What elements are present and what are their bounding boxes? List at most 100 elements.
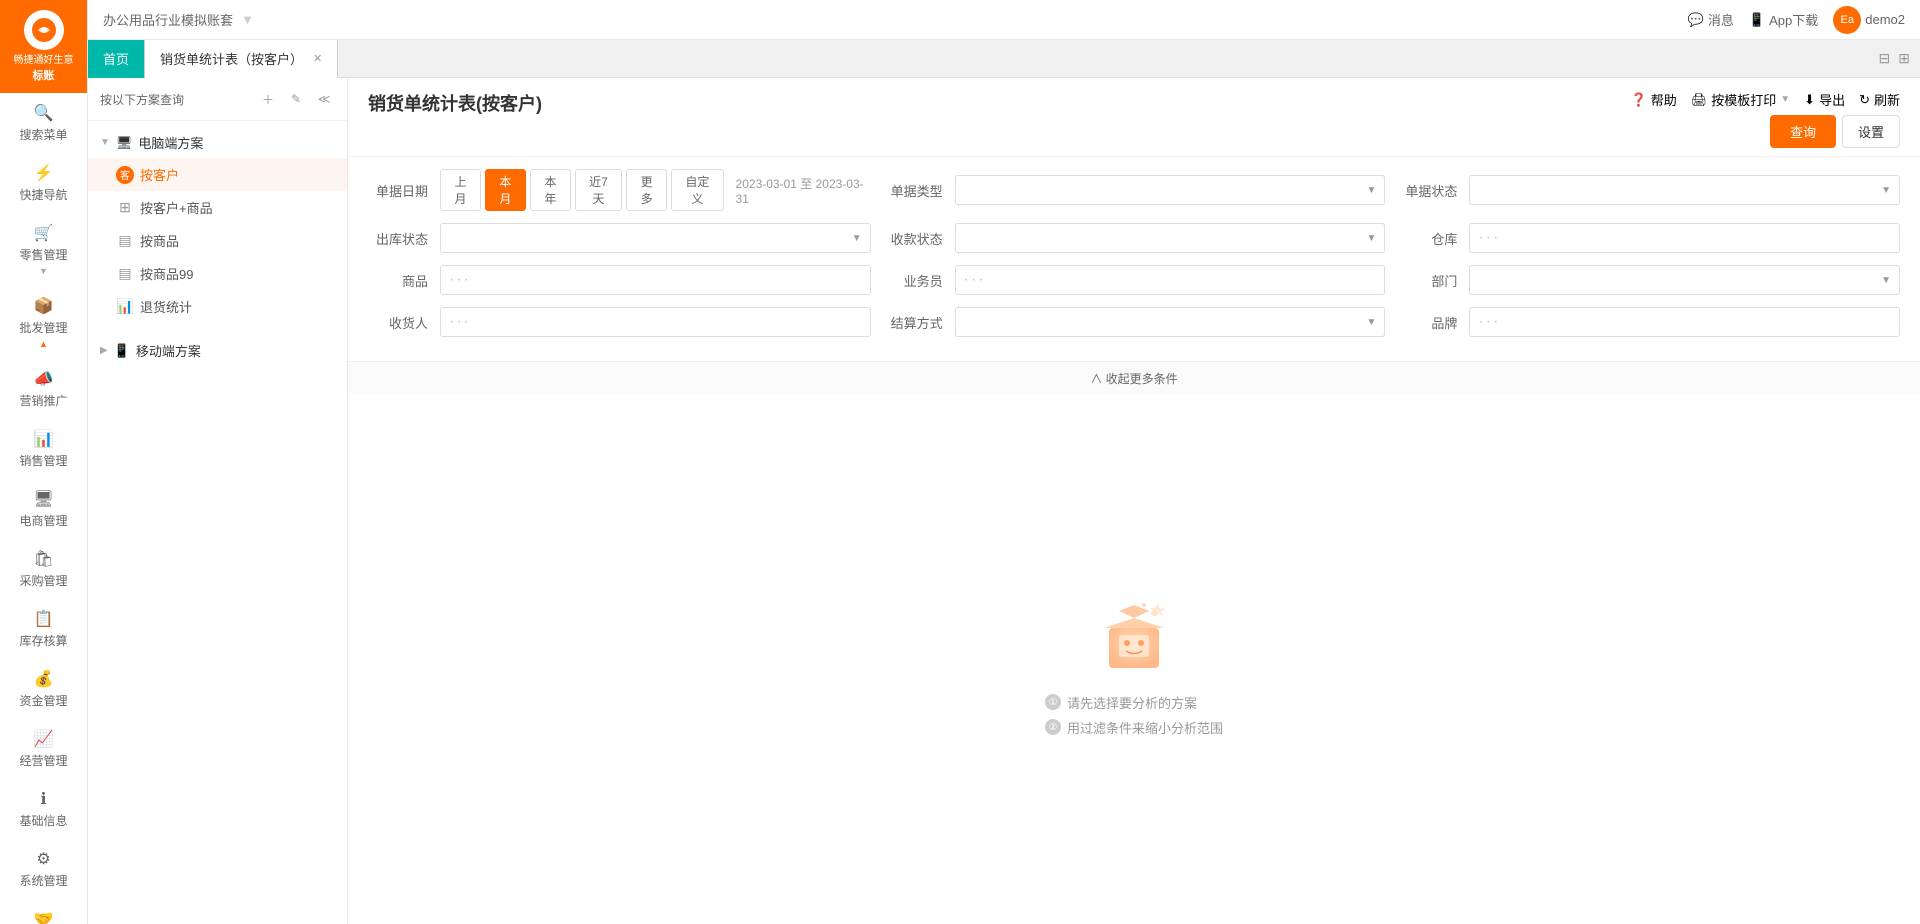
salesperson-select[interactable]: ··· <box>955 265 1386 295</box>
filter-area: 单据日期 上月 本月 本年 近7天 更多 自定义 2023-03-01 至 20… <box>348 157 1920 361</box>
basicinfo-icon: ℹ <box>40 789 46 809</box>
export-button[interactable]: ⬇ 导出 <box>1804 90 1845 109</box>
tree-section-mobile: ▶ 📱 移动端方案 <box>88 329 347 372</box>
date-tab-7days[interactable]: 近7天 <box>575 169 622 211</box>
by-customer-product-label: 按客户+商品 <box>140 198 213 217</box>
retail-icon: 🛒 <box>34 223 54 243</box>
sidebar-item-search[interactable]: 🔍 搜索菜单 <box>0 93 87 153</box>
by-customer-label: 按客户 <box>140 165 179 184</box>
logo-icon <box>24 10 64 50</box>
sidebar-item-marketing-label: 营销推广 <box>19 392 67 409</box>
tree-parent-mobile[interactable]: ▶ 📱 移动端方案 <box>88 335 347 366</box>
sidebar-item-marketing[interactable]: 📣 营销推广 <box>0 359 87 419</box>
print-button[interactable]: 🖨 按模板打印 ▼ <box>1691 90 1790 109</box>
payment-status-arrow: ▼ <box>1366 233 1376 244</box>
sidebar-item-operations[interactable]: 📈 经营管理 <box>0 719 87 779</box>
main-area: 办公用品行业模拟账套 ▼ 💬 消息 📱 App下载 Ea demo2 首页 <box>88 0 1920 924</box>
tab-report[interactable]: 销货单统计表（按客户） ✕ <box>145 40 338 78</box>
empty-tip-2: ② 用过滤条件来缩小分析范围 <box>1045 718 1223 737</box>
sidebar-item-wholesale[interactable]: 📦 批发管理 ▲ <box>0 286 87 359</box>
sidebar-item-quicknav[interactable]: ⚡ 快捷导航 <box>0 153 87 213</box>
page-actions: ❓ 帮助 🖨 按模板打印 ▼ ⬇ 导出 ↻ <box>1631 90 1900 148</box>
brand-control: ··· <box>1469 307 1900 337</box>
department-arrow: ▼ <box>1881 275 1891 286</box>
by-product99-label: 按商品99 <box>140 264 193 283</box>
salesperson-label: 业务员 <box>883 271 943 290</box>
sidebar-item-retail[interactable]: 🛒 零售管理 ▼ <box>0 213 87 286</box>
warehouse-select[interactable]: ··· <box>1469 223 1900 253</box>
collapse-label: 收起更多条件 <box>1106 372 1178 386</box>
left-panel-icons: ＋ ✎ ≪ <box>257 88 335 110</box>
sidebar-item-retail-label: 零售管理 <box>19 246 67 263</box>
sidebar-item-sales[interactable]: 📊 销售管理 <box>0 419 87 479</box>
right-content: 销货单统计表(按客户) ❓ 帮助 🖨 按模板打印 ▼ ⬇ <box>348 78 1920 924</box>
collapse-bar[interactable]: ∧ 收起更多条件 <box>348 361 1920 395</box>
order-status-select[interactable]: ▼ <box>1469 175 1900 205</box>
tab-home[interactable]: 首页 <box>88 40 145 78</box>
tree-item-by-product[interactable]: ▤ 按商品 <box>88 224 347 257</box>
tree-parent-desktop[interactable]: ▼ 🖥 电脑端方案 <box>88 127 347 158</box>
order-type-arrow: ▼ <box>1366 185 1376 196</box>
refresh-label: 刷新 <box>1874 90 1900 109</box>
payment-status-select[interactable]: ▼ <box>955 223 1386 253</box>
sidebar-item-purchase[interactable]: 🛍 采购管理 <box>0 539 87 599</box>
sidebar-item-ecommerce[interactable]: 🖥 电商管理 <box>0 479 87 539</box>
collapse-panel-button[interactable]: ≪ <box>313 88 335 110</box>
quicknav-icon: ⚡ <box>34 163 54 183</box>
minimize-icon[interactable]: ⊟ <box>1879 50 1891 67</box>
help-button[interactable]: ❓ 帮助 <box>1631 90 1677 109</box>
tab-home-label: 首页 <box>103 49 129 68</box>
tab-close-button[interactable]: ✕ <box>313 52 322 65</box>
receiver-select[interactable]: ··· <box>440 307 871 337</box>
add-scheme-button[interactable]: ＋ <box>257 88 279 110</box>
maximize-icon[interactable]: ⊞ <box>1898 50 1910 67</box>
product-select[interactable]: ··· <box>440 265 871 295</box>
salesperson-control: ··· <box>955 265 1386 295</box>
refresh-button[interactable]: ↻ 刷新 <box>1859 90 1900 109</box>
sidebar-item-system-label: 系统管理 <box>19 872 67 889</box>
system-icon: ⚙ <box>36 849 50 869</box>
tree-item-by-customer-product[interactable]: ⊞ 按客户+商品 <box>88 191 347 224</box>
sidebar-item-search-label: 搜索菜单 <box>19 126 67 143</box>
empty-tips: ① 请先选择要分析的方案 ② 用过滤条件来缩小分析范围 <box>1045 693 1223 737</box>
out-status-label: 出库状态 <box>368 229 428 248</box>
brand-select[interactable]: ··· <box>1469 307 1900 337</box>
department-select[interactable]: ▼ <box>1469 265 1900 295</box>
tree-item-by-product99[interactable]: ▤ 按商品99 <box>88 257 347 290</box>
wholesale-arrow: ▲ <box>39 339 48 349</box>
receiver-dots: ··· <box>449 313 471 331</box>
order-type-select[interactable]: ▼ <box>955 175 1386 205</box>
sidebar-item-basicinfo[interactable]: ℹ 基础信息 <box>0 779 87 839</box>
sidebar-item-inventory[interactable]: 📋 库存核算 <box>0 599 87 659</box>
sidebar-item-operations-label: 经营管理 <box>19 752 67 769</box>
department-label: 部门 <box>1397 271 1457 290</box>
date-tab-thismonth[interactable]: 本月 <box>485 169 526 211</box>
refresh-icon: ↻ <box>1859 92 1870 108</box>
app-download-button[interactable]: 📱 App下载 <box>1749 10 1818 29</box>
message-button[interactable]: 💬 消息 <box>1688 10 1734 29</box>
tree-item-by-customer[interactable]: 客 按客户 <box>88 158 347 191</box>
filter-row-receiver: 收货人 ··· 结算方式 ▼ 品牌 <box>368 307 1900 337</box>
out-status-select[interactable]: ▼ <box>440 223 871 253</box>
edit-scheme-button[interactable]: ✎ <box>285 88 307 110</box>
date-tab-more[interactable]: 更多 <box>626 169 667 211</box>
sidebar-item-purchase-label: 采购管理 <box>19 572 67 589</box>
sidebar-item-finance[interactable]: 💰 资金管理 <box>0 659 87 719</box>
filter-row-product: 商品 ··· 业务员 ··· 部门 <box>368 265 1900 295</box>
order-status-arrow: ▼ <box>1881 185 1891 196</box>
left-panel-header: 按以下方案查询 ＋ ✎ ≪ <box>88 78 347 121</box>
ecommerce-icon: 🖥 <box>33 489 53 509</box>
desktop-scheme-icon: 🖥 <box>116 135 133 151</box>
user-menu[interactable]: Ea demo2 <box>1833 6 1905 34</box>
date-tab-thisyear[interactable]: 本年 <box>530 169 571 211</box>
query-button[interactable]: 查询 <box>1770 115 1836 148</box>
sidebar-item-quicknav-label: 快捷导航 <box>19 186 67 203</box>
sidebar-item-collab[interactable]: 🤝 企业协同 <box>0 899 87 924</box>
date-tab-custom[interactable]: 自定义 <box>671 169 723 211</box>
settings-button[interactable]: 设置 <box>1842 115 1900 148</box>
tree-item-return-stats[interactable]: 📊 退货统计 <box>88 290 347 323</box>
settlement-select[interactable]: ▼ <box>955 307 1386 337</box>
action-bar: ❓ 帮助 🖨 按模板打印 ▼ ⬇ 导出 ↻ <box>1631 90 1900 109</box>
date-tab-lastmonth[interactable]: 上月 <box>440 169 481 211</box>
sidebar-item-system[interactable]: ⚙ 系统管理 <box>0 839 87 899</box>
